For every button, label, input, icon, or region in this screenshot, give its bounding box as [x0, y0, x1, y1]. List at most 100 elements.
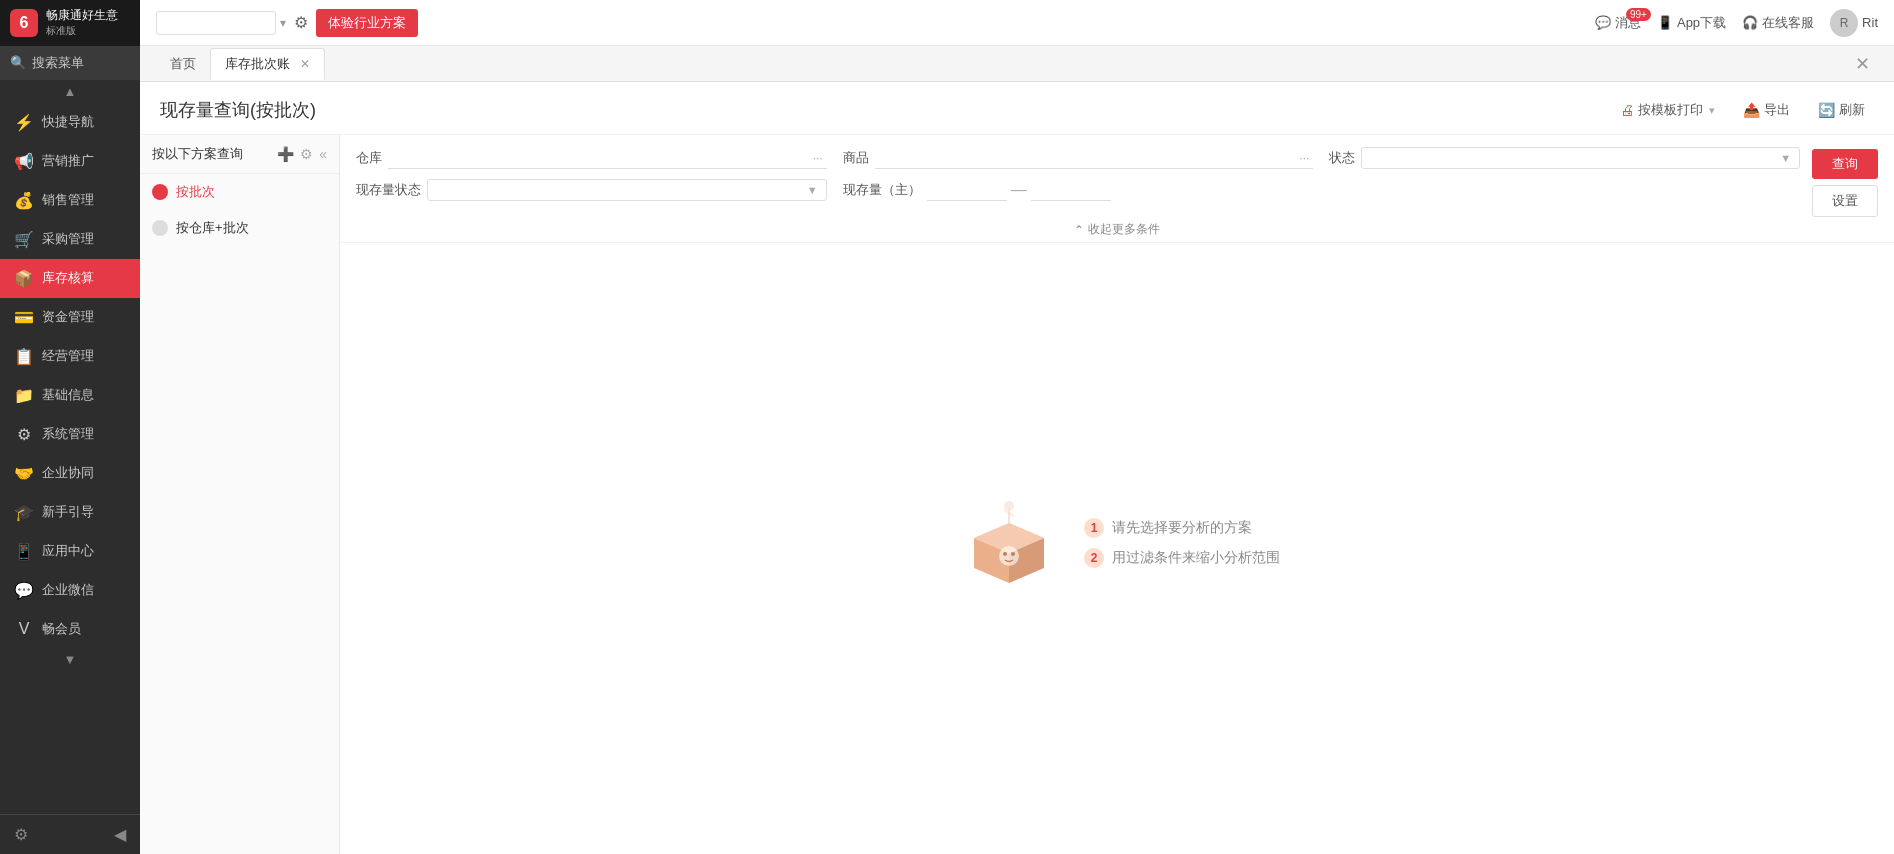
chevron-down-icon[interactable]: ▾	[1709, 104, 1715, 117]
sidebar-item-member[interactable]: V 畅会员	[0, 610, 140, 648]
chevron-down-icon[interactable]: ▾	[280, 16, 286, 30]
stock-main-from[interactable]	[927, 179, 1007, 201]
sidebar-item-finance[interactable]: 💳 资金管理	[0, 298, 140, 337]
status-select[interactable]: ▼	[1361, 147, 1800, 169]
sidebar-item-appstore[interactable]: 📱 应用中心	[0, 532, 140, 571]
hint-number-1: 1	[1084, 518, 1104, 538]
service-icon: 🎧	[1742, 15, 1758, 30]
scroll-down-btn[interactable]: ▼	[0, 648, 140, 671]
sidebar-item-label: 采购管理	[42, 230, 94, 248]
stock-status-select[interactable]: ▼	[427, 179, 827, 201]
left-panel-title: 按以下方案查询	[152, 145, 271, 163]
sidebar-search[interactable]: 🔍 搜索菜单	[0, 46, 140, 80]
collapse-icon[interactable]: ◀	[114, 825, 126, 844]
page-title: 现存量查询(按批次)	[160, 98, 316, 122]
message-button[interactable]: 💬 消息 99+	[1595, 14, 1641, 32]
sidebar-item-label: 营销推广	[42, 152, 94, 170]
message-badge: 99+	[1626, 8, 1651, 21]
query-button[interactable]: 查询	[1812, 149, 1878, 179]
empty-illustration	[954, 488, 1064, 598]
warehouse-input[interactable]: ···	[388, 148, 827, 169]
tab-home[interactable]: 首页	[156, 49, 210, 79]
appstore-icon: 📱	[14, 542, 34, 561]
left-panel-item-batch[interactable]: 按批次	[140, 174, 339, 210]
app-info: 畅康通好生意 标准版	[46, 8, 118, 38]
app-icon: 📱	[1657, 15, 1673, 30]
right-panel: 仓库 ··· 商品	[340, 135, 1894, 854]
topbar: ▾ ⚙ 体验行业方案 💬 消息 99+ 📱 App下载 🎧 在线客服 R Rit	[140, 0, 1894, 46]
product-label: 商品	[843, 149, 869, 167]
sidebar-item-inventory[interactable]: 📦 库存核算	[0, 259, 140, 298]
warehouse-label: 仓库	[356, 149, 382, 167]
collapse-bar[interactable]: ⌃ 收起更多条件	[356, 217, 1878, 242]
online-service-button[interactable]: 🎧 在线客服	[1742, 14, 1814, 32]
product-filter: 商品 ···	[843, 148, 1314, 169]
refresh-button[interactable]: 🔄 刷新	[1809, 96, 1874, 124]
more-icon[interactable]: ···	[1299, 151, 1309, 165]
tab-close-icon[interactable]: ✕	[300, 57, 310, 71]
filter-section: 仓库 ··· 商品	[356, 147, 1878, 242]
item-label: 按批次	[176, 183, 215, 201]
sidebar-item-purchase[interactable]: 🛒 采购管理	[0, 220, 140, 259]
filter-top-row: 仓库 ··· 商品	[356, 147, 1878, 217]
tab-batch[interactable]: 库存批次账 ✕	[210, 48, 325, 80]
sidebar-item-label: 经营管理	[42, 347, 94, 365]
left-panel: 按以下方案查询 ➕ ⚙ « 按批次 按仓库+批次	[140, 135, 340, 854]
sidebar-item-label: 销售管理	[42, 191, 94, 209]
topbar-search-input[interactable]	[156, 11, 276, 35]
sidebar-nav: ▲ ⚡ 快捷导航 📢 营销推广 💰 销售管理 🛒 采购管理 📦 库存核算 💳 资…	[0, 80, 140, 814]
main-area: ▾ ⚙ 体验行业方案 💬 消息 99+ 📱 App下载 🎧 在线客服 R Rit	[140, 0, 1894, 854]
print-label: 按模板打印	[1638, 101, 1703, 119]
filter-actions: 查询 设置	[1812, 147, 1878, 217]
add-icon[interactable]: ➕	[277, 146, 294, 162]
topbar-gear-icon[interactable]: ⚙	[294, 13, 308, 32]
sidebar-item-wechat[interactable]: 💬 企业微信	[0, 571, 140, 610]
close-panel-icon[interactable]: ✕	[1855, 53, 1870, 75]
stock-main-to[interactable]	[1031, 179, 1111, 201]
app-name: 畅康通好生意	[46, 8, 118, 24]
member-icon: V	[14, 620, 34, 638]
user-button[interactable]: R Rit	[1830, 9, 1878, 37]
content-body: 按以下方案查询 ➕ ⚙ « 按批次 按仓库+批次	[140, 135, 1894, 854]
sidebar-item-basic[interactable]: 📁 基础信息	[0, 376, 140, 415]
stock-status-filter: 现存量状态 ▼	[356, 179, 827, 201]
topbar-right: 💬 消息 99+ 📱 App下载 🎧 在线客服 R Rit	[1595, 9, 1878, 37]
product-input[interactable]: ···	[875, 148, 1314, 169]
sidebar-item-shortcut[interactable]: ⚡ 快捷导航	[0, 103, 140, 142]
settings-icon[interactable]: ⚙	[14, 825, 28, 844]
tab-batch-label: 库存批次账	[225, 56, 290, 71]
sidebar-item-operation[interactable]: 📋 经营管理	[0, 337, 140, 376]
more-icon[interactable]: ···	[813, 151, 823, 165]
trial-button[interactable]: 体验行业方案	[316, 9, 418, 37]
svg-point-4	[999, 546, 1019, 566]
topbar-search-area: ▾	[156, 11, 286, 35]
shortcut-icon: ⚡	[14, 113, 34, 132]
collab-icon: 🤝	[14, 464, 34, 483]
export-button[interactable]: 📤 导出	[1734, 96, 1799, 124]
app-download-button[interactable]: 📱 App下载	[1657, 14, 1726, 32]
export-label: 导出	[1764, 101, 1790, 119]
sidebar-item-marketing[interactable]: 📢 营销推广	[0, 142, 140, 181]
scroll-up-btn[interactable]: ▲	[0, 80, 140, 103]
status-filter: 状态 ▼	[1329, 147, 1800, 169]
sidebar-item-system[interactable]: ⚙ 系统管理	[0, 415, 140, 454]
collapse-left-icon[interactable]: «	[319, 146, 327, 162]
app-download-label: App下载	[1677, 14, 1726, 32]
sidebar-item-guide[interactable]: 🎓 新手引导	[0, 493, 140, 532]
hint-number-2: 2	[1084, 548, 1104, 568]
empty-hint-1: 1 请先选择要分析的方案	[1084, 518, 1280, 538]
inventory-icon: 📦	[14, 269, 34, 288]
sidebar-item-collab[interactable]: 🤝 企业协同	[0, 454, 140, 493]
settings-button[interactable]: 设置	[1812, 185, 1878, 217]
svg-point-9	[1004, 501, 1014, 511]
svg-point-6	[1011, 552, 1015, 556]
guide-icon: 🎓	[14, 503, 34, 522]
sidebar-item-sales[interactable]: 💰 销售管理	[0, 181, 140, 220]
left-panel-item-warehouse-batch[interactable]: 按仓库+批次	[140, 210, 339, 246]
refresh-icon: 🔄	[1818, 102, 1835, 118]
stock-main-label: 现存量（主）	[843, 181, 921, 199]
system-icon: ⚙	[14, 425, 34, 444]
header-actions: 🖨 按模板打印 ▾ 📤 导出 🔄 刷新	[1611, 96, 1874, 124]
settings-icon[interactable]: ⚙	[300, 146, 313, 162]
print-template-button[interactable]: 🖨 按模板打印 ▾	[1611, 96, 1724, 124]
